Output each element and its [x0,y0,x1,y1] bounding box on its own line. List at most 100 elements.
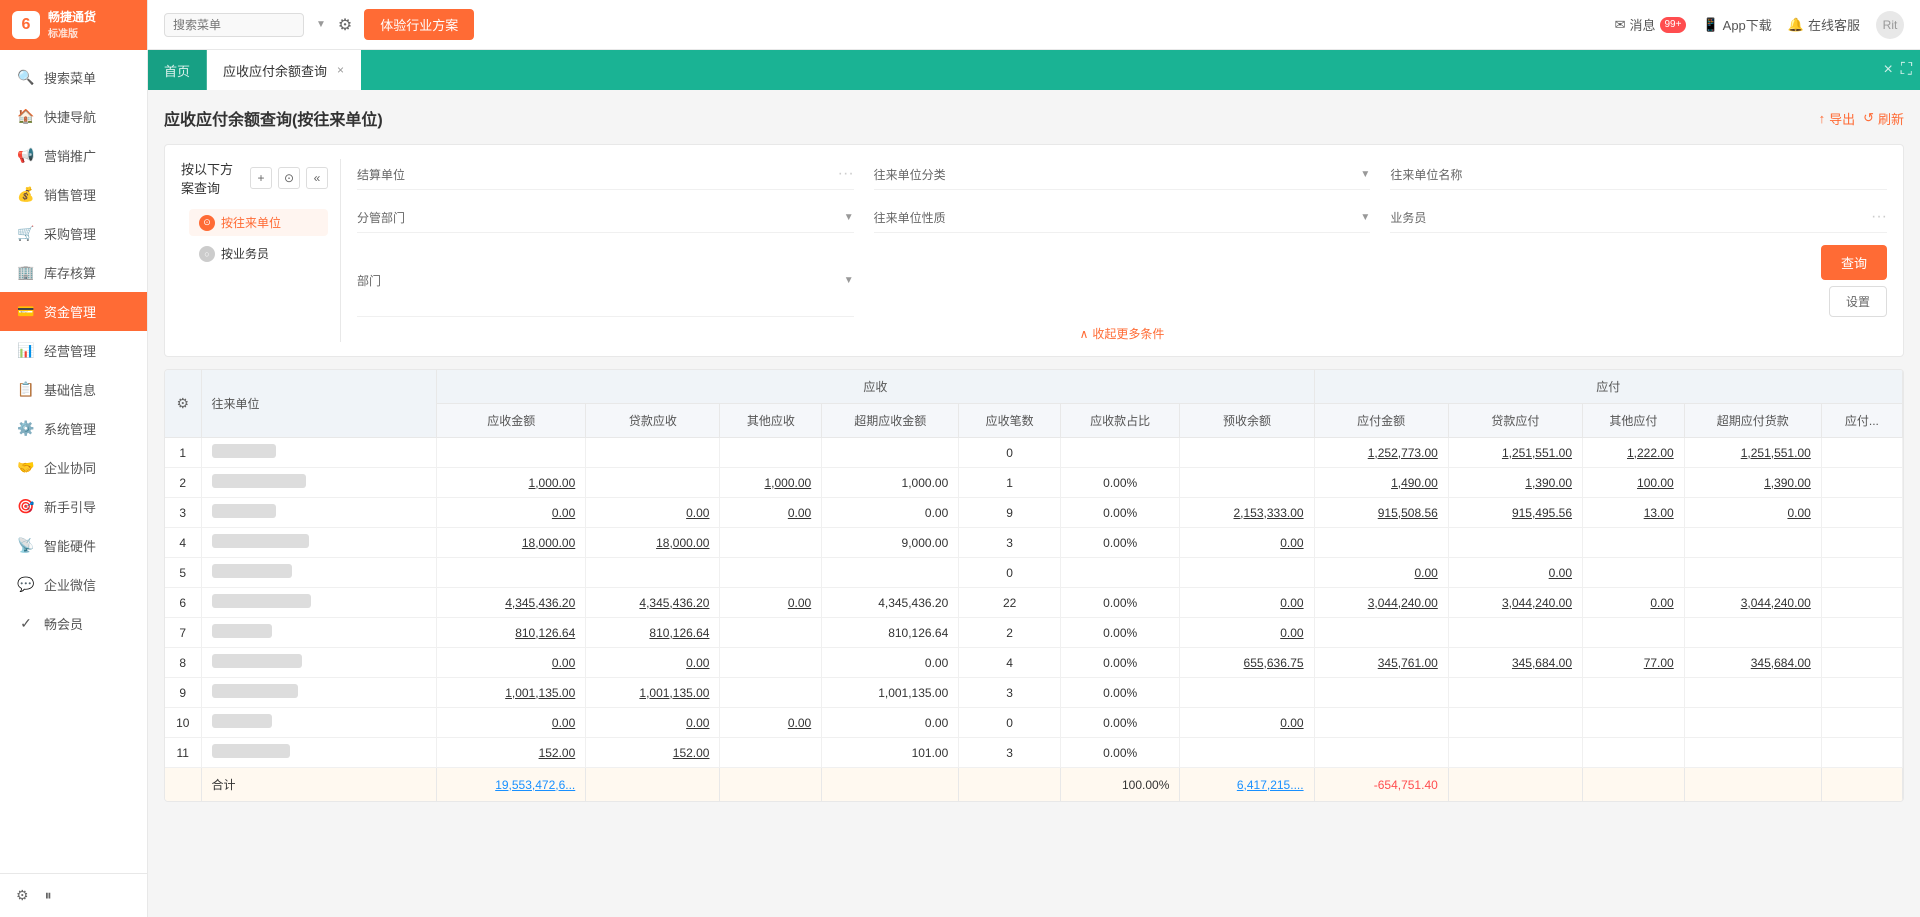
table-cell[interactable]: 1,251,551.00 [1684,438,1821,468]
table-cell[interactable]: 0.00 [1180,618,1314,648]
table-cell[interactable]: 0.00 [720,708,822,738]
sidebar-item-nav[interactable]: 🏠 快捷导航 [0,97,147,136]
table-cell[interactable]: 0.00 [1684,498,1821,528]
tab-close-icon[interactable]: × [337,63,344,77]
table-cell[interactable]: 152.00 [586,738,720,768]
table-cell[interactable]: 4,345,436.20 [437,588,586,618]
table-cell[interactable]: 13.00 [1583,498,1685,528]
sidebar-item-search[interactable]: 🔍 搜索菜单 [0,58,147,97]
table-scroll[interactable]: ⚙ 往来单位 应收 应付 应收金额 贷款应收 其他应收 超期应收金额 应收笔数 [165,370,1903,801]
maximize-icon[interactable]: ⛶ [1901,61,1912,79]
customer-category-chevron[interactable]: ▼ [1360,169,1370,180]
customer-service-btn[interactable]: 🔔 在线客服 [1788,15,1860,34]
department-input[interactable] [425,274,836,288]
sidebar-item-basic[interactable]: 📋 基础信息 [0,370,147,409]
table-cell[interactable]: 1,000.00 [437,468,586,498]
table-cell[interactable]: 77.00 [1583,648,1685,678]
salesperson-dots-icon[interactable]: ··· [1871,208,1887,226]
table-cell[interactable]: 1,000.00 [720,468,822,498]
sidebar-settings-btn[interactable]: ⚙ [16,887,29,904]
table-cell[interactable]: 100.00 [1583,468,1685,498]
table-cell[interactable]: 0.00 [437,648,586,678]
table-cell[interactable]: 0.00 [1180,528,1314,558]
messages-btn[interactable]: ✉ 消息 99+ [1615,15,1687,34]
sidebar-item-system[interactable]: ⚙️ 系统管理 [0,409,147,448]
manage-dept-chevron[interactable]: ▼ [844,212,854,223]
filter-settings-btn[interactable]: ⊙ [278,167,300,189]
settlement-unit-input[interactable] [425,167,830,181]
table-cell[interactable]: 1,252,773.00 [1314,438,1448,468]
customer-category-input[interactable] [954,167,1353,181]
tab-home[interactable]: 首页 [148,50,207,90]
customer-nature-input[interactable] [954,210,1353,224]
refresh-button[interactable]: ↺ 刷新 [1863,109,1904,128]
filter-collapse-btn[interactable]: « [306,167,328,189]
table-cell[interactable]: 1,222.00 [1583,438,1685,468]
sidebar-item-member[interactable]: ✓ 畅会员 [0,604,147,643]
app-download-btn[interactable]: 📱 App下载 [1702,15,1771,34]
table-cell[interactable]: 3,044,240.00 [1314,588,1448,618]
table-settings-icon[interactable]: ⚙ [176,395,189,411]
table-cell[interactable]: 1,251,551.00 [1448,438,1582,468]
sidebar-item-collab[interactable]: 🤝 企业协同 [0,448,147,487]
table-cell[interactable]: 1,390.00 [1684,468,1821,498]
manage-dept-input[interactable] [425,210,836,224]
sidebar-item-guide[interactable]: 🎯 新手引导 [0,487,147,526]
table-cell[interactable]: 1,490.00 [1314,468,1448,498]
sidebar-item-purchase[interactable]: 🛒 采购管理 [0,214,147,253]
table-cell[interactable]: 0.00 [586,708,720,738]
query-button[interactable]: 查询 [1821,245,1887,280]
table-cell[interactable]: 345,684.00 [1448,648,1582,678]
add-filter-btn[interactable]: + [250,167,272,189]
table-cell[interactable]: 2,153,333.00 [1180,498,1314,528]
search-menu-input[interactable] [164,13,304,37]
footer-ar-amount[interactable]: 19,553,472,6... [437,768,586,802]
table-cell[interactable]: 0.00 [1448,558,1582,588]
filter-option-by-salesperson[interactable]: ○ 按业务员 [189,240,328,267]
table-cell[interactable]: 3,044,240.00 [1448,588,1582,618]
settlement-dots-icon[interactable]: ··· [838,165,854,183]
sidebar-item-marketing[interactable]: 📢 营销推广 [0,136,147,175]
table-cell[interactable]: 0.00 [1180,708,1314,738]
table-cell[interactable]: 0.00 [437,708,586,738]
footer-ar-prepay[interactable]: 6,417,215.... [1180,768,1314,802]
table-cell[interactable]: 915,508.56 [1314,498,1448,528]
table-cell[interactable]: 0.00 [1583,588,1685,618]
trial-button[interactable]: 体验行业方案 [364,9,474,40]
table-cell[interactable]: 0.00 [720,588,822,618]
table-cell[interactable]: 345,761.00 [1314,648,1448,678]
table-cell[interactable]: 3,044,240.00 [1684,588,1821,618]
header-chevron-icon[interactable]: ▼ [316,19,326,30]
sidebar-collapse-btn[interactable]: ⏸ [45,887,52,904]
table-cell[interactable]: 18,000.00 [437,528,586,558]
header-gear-icon[interactable]: ⚙ [338,15,352,35]
export-button[interactable]: ↑ 导出 [1819,109,1856,128]
table-cell[interactable]: 0.00 [1180,588,1314,618]
tab-ar-ap[interactable]: 应收应付余额查询 × [207,50,361,90]
sidebar-item-sales[interactable]: 💰 销售管理 [0,175,147,214]
user-menu[interactable]: Rit [1876,11,1904,39]
sidebar-item-hardware[interactable]: 📡 智能硬件 [0,526,147,565]
customer-nature-chevron[interactable]: ▼ [1360,212,1370,223]
filter-option-by-customer[interactable]: ⊙ 按往来单位 [189,209,328,236]
table-cell[interactable]: 655,636.75 [1180,648,1314,678]
table-cell[interactable]: 345,684.00 [1684,648,1821,678]
sidebar-item-finance[interactable]: 💳 资金管理 [0,292,147,331]
table-cell[interactable]: 0.00 [586,648,720,678]
table-cell[interactable]: 0.00 [586,498,720,528]
sidebar-item-wechat[interactable]: 💬 企业微信 [0,565,147,604]
table-cell[interactable]: 18,000.00 [586,528,720,558]
table-cell[interactable]: 1,001,135.00 [586,678,720,708]
table-cell[interactable]: 915,495.56 [1448,498,1582,528]
table-cell[interactable]: 0.00 [1314,558,1448,588]
sidebar-item-inventory[interactable]: 🏢 库存核算 [0,253,147,292]
customer-name-input[interactable] [1470,167,1887,181]
table-cell[interactable]: 810,126.64 [437,618,586,648]
table-cell[interactable]: 152.00 [437,738,586,768]
table-cell[interactable]: 0.00 [437,498,586,528]
collapse-more-btn[interactable]: ∧ 收起更多条件 [357,325,1887,342]
table-cell[interactable]: 0.00 [720,498,822,528]
department-chevron[interactable]: ▼ [844,275,854,286]
table-cell[interactable]: 4,345,436.20 [586,588,720,618]
settings-button[interactable]: 设置 [1829,286,1887,317]
